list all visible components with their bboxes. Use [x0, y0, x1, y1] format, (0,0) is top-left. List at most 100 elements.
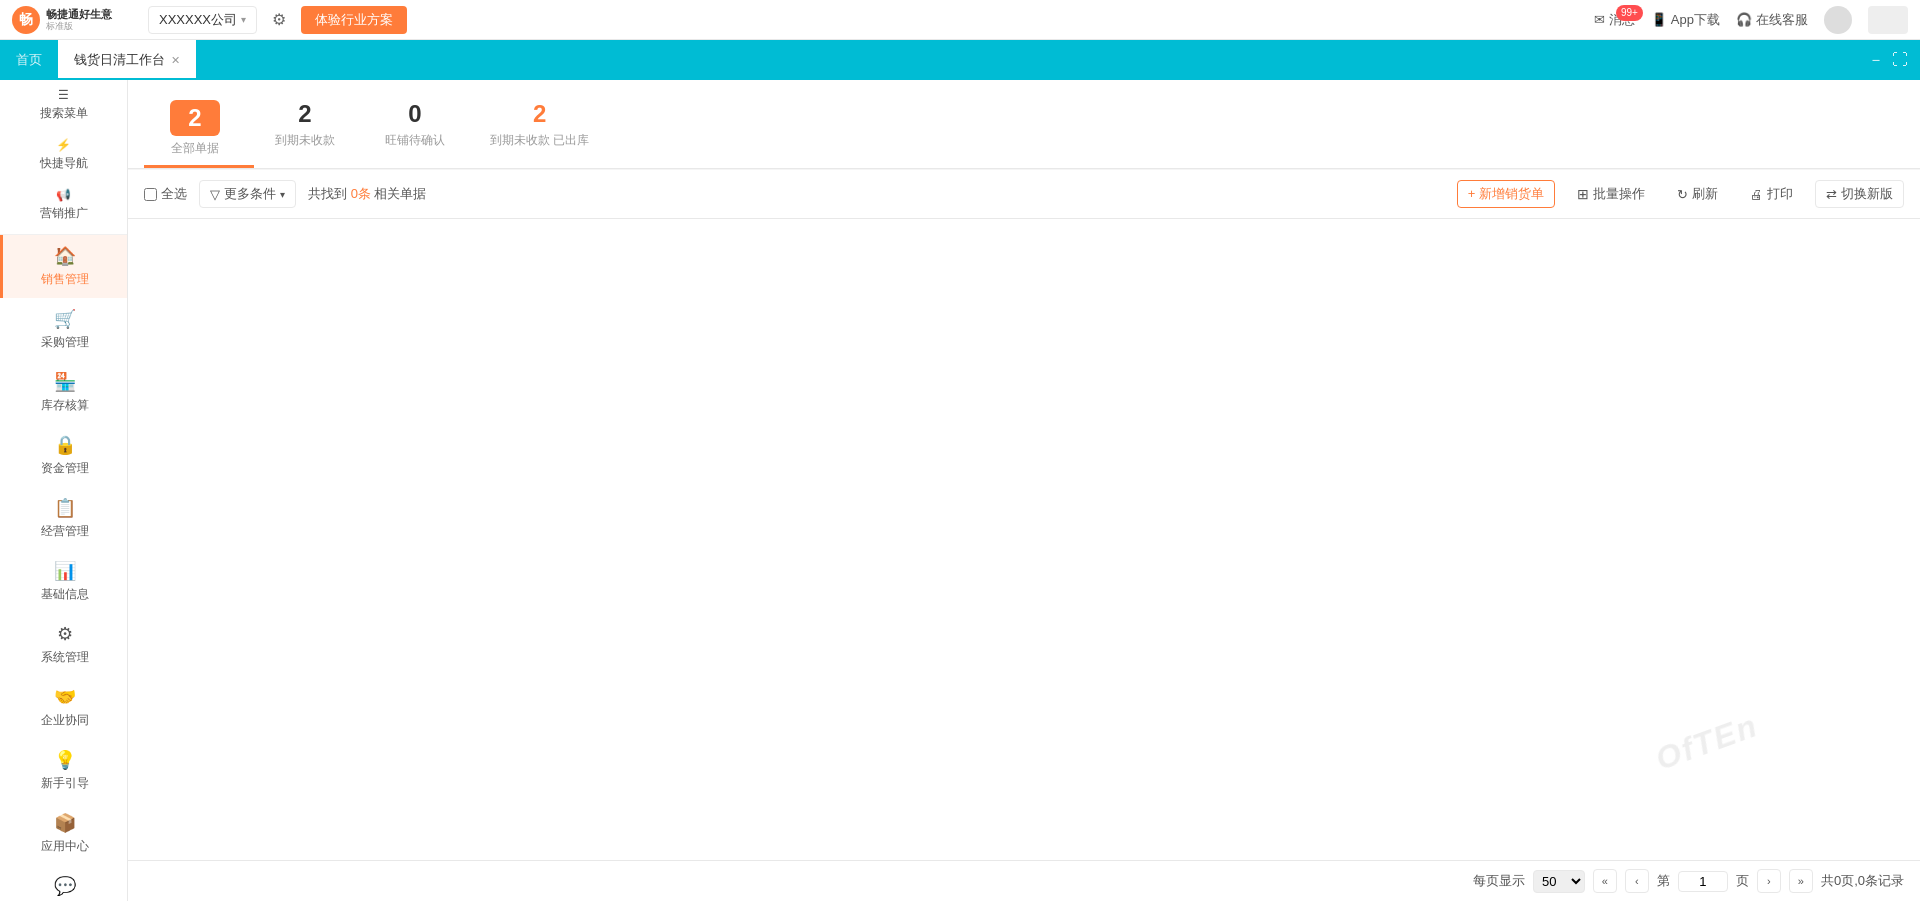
sidebar-top: ☰ 搜索菜单 ⚡ 快捷导航 📢 营销推广 [0, 80, 127, 235]
content-area: 2 全部单据 2 到期未收款 0 旺铺待确认 2 到期未收款 已出库 [128, 80, 1920, 901]
minimize-icon[interactable]: － [1868, 50, 1884, 71]
wechat-icon: 💬 [54, 875, 76, 897]
quick-nav-icon: ⚡ [56, 138, 71, 152]
logo-area: 畅 畅捷通好生意 标准版 [12, 6, 140, 34]
stat-num-overdue: 2 [270, 100, 340, 128]
stat-card-shipped[interactable]: 2 到期未收款 已出库 [474, 92, 613, 168]
stat-card-all[interactable]: 2 全部单据 [144, 92, 254, 168]
logo-text: 畅捷通好生意 标准版 [46, 8, 112, 32]
avatar[interactable] [1824, 6, 1852, 34]
close-tab-icon[interactable]: ✕ [171, 54, 180, 67]
system-icon: ⚙ [57, 623, 73, 645]
sidebar-item-basic-info[interactable]: 📊 基础信息 [0, 550, 127, 613]
sidebar-item-operations[interactable]: 📋 经营管理 [0, 487, 127, 550]
add-sales-button[interactable]: + 新增销货单 [1457, 180, 1555, 208]
batch-icon: ⊞ [1577, 186, 1589, 202]
basic-info-icon: 📊 [54, 560, 76, 582]
logo-main: 畅捷通好生意 [46, 8, 112, 21]
toolbar-right: + 新增销货单 ⊞ 批量操作 ↻ 刷新 🖨 打印 ⇄ 切换新版 [1457, 180, 1904, 208]
collab-icon: 🤝 [54, 686, 76, 708]
logo-sub: 标准版 [46, 21, 112, 32]
toolbar: 全选 ▽ 更多条件 ▾ 共找到 0条 相关单据 + 新增销货单 ⊞ 批量操作 [128, 170, 1920, 219]
pagination: 每页显示 50 100 200 « ‹ 第 页 › » 共0页,0条记录 [128, 860, 1920, 901]
refresh-button[interactable]: ↻ 刷新 [1667, 181, 1728, 207]
found-text: 共找到 0条 相关单据 [308, 185, 426, 203]
filter-button[interactable]: ▽ 更多条件 ▾ [199, 180, 296, 208]
funds-icon: 🔒 [54, 434, 76, 456]
sidebar: ☰ 搜索菜单 ⚡ 快捷导航 📢 营销推广 🏠 销售管理 🛒 采购管理 🏪 库存核… [0, 80, 128, 901]
sidebar-item-sales[interactable]: 🏠 销售管理 [0, 235, 127, 298]
sidebar-item-quick-nav[interactable]: ⚡ 快捷导航 [0, 130, 127, 180]
sidebar-item-wechat[interactable]: 💬 企业微信 [0, 865, 127, 901]
message-icon: ✉ [1594, 12, 1605, 27]
user-name-area[interactable] [1868, 6, 1908, 34]
switch-icon: ⇄ [1826, 187, 1837, 202]
per-page-label: 每页显示 [1473, 872, 1525, 890]
print-icon: 🖨 [1750, 187, 1763, 202]
page-label: 第 [1657, 872, 1670, 890]
marketing-icon: 📢 [56, 188, 71, 202]
stat-label-all: 全部单据 [160, 140, 230, 165]
experience-button[interactable]: 体验行业方案 [301, 6, 407, 34]
chevron-down-icon: ▾ [280, 189, 285, 200]
first-page-button[interactable]: « [1593, 869, 1617, 893]
operations-icon: 📋 [54, 497, 76, 519]
message-badge: 99+ [1616, 5, 1643, 21]
sidebar-item-app-center[interactable]: 📦 应用中心 [0, 802, 127, 865]
sidebar-item-search-menu[interactable]: ☰ 搜索菜单 [0, 80, 127, 130]
logo-icon: 畅 [12, 6, 40, 34]
filter-icon: ▽ [210, 187, 220, 202]
print-button[interactable]: 🖨 打印 [1740, 181, 1803, 207]
toolbar-left: 全选 ▽ 更多条件 ▾ 共找到 0条 相关单据 [144, 180, 1445, 208]
online-service-button[interactable]: 🎧 在线客服 [1736, 11, 1808, 29]
service-icon: 🎧 [1736, 12, 1752, 27]
stat-num-shipped: 2 [490, 100, 589, 128]
sidebar-item-enterprise-collab[interactable]: 🤝 企业协同 [0, 676, 127, 739]
stat-card-wangpu[interactable]: 0 旺铺待确认 [364, 92, 474, 168]
refresh-icon: ↻ [1677, 187, 1688, 202]
app-center-icon: 📦 [54, 812, 76, 834]
app-download-button[interactable]: 📱 App下载 [1651, 11, 1720, 29]
sidebar-item-system[interactable]: ⚙ 系统管理 [0, 613, 127, 676]
next-page-button[interactable]: › [1757, 869, 1781, 893]
main-layout: ☰ 搜索菜单 ⚡ 快捷导航 📢 营销推广 🏠 销售管理 🛒 采购管理 🏪 库存核… [0, 80, 1920, 901]
sidebar-item-inventory[interactable]: 🏪 库存核算 [0, 361, 127, 424]
stats-bar: 2 全部单据 2 到期未收款 0 旺铺待确认 2 到期未收款 已出库 [128, 80, 1920, 169]
sidebar-item-funds[interactable]: 🔒 资金管理 [0, 424, 127, 487]
online-service-label: 在线客服 [1756, 11, 1808, 29]
select-all-checkbox[interactable]: 全选 [144, 185, 187, 203]
sidebar-item-marketing[interactable]: 📢 营销推广 [0, 180, 127, 230]
page-size-select[interactable]: 50 100 200 [1533, 870, 1585, 893]
page-input[interactable] [1678, 871, 1728, 892]
download-icon: 📱 [1651, 12, 1667, 27]
tab-home[interactable]: 首页 [0, 40, 58, 80]
sidebar-item-purchase[interactable]: 🛒 采购管理 [0, 298, 127, 361]
company-name: XXXXXX公司 [159, 11, 237, 29]
company-selector[interactable]: XXXXXX公司 ▾ [148, 6, 257, 34]
chevron-down-icon: ▾ [241, 14, 246, 25]
newbie-icon: 💡 [54, 749, 76, 771]
stat-card-overdue[interactable]: 2 到期未收款 [254, 92, 364, 168]
batch-operation-button[interactable]: ⊞ 批量操作 [1567, 181, 1655, 207]
tab-daily-work[interactable]: 钱货日清工作台 ✕ [58, 40, 196, 80]
sidebar-item-newbie[interactable]: 💡 新手引导 [0, 739, 127, 802]
checkbox-input[interactable] [144, 188, 157, 201]
inventory-icon: 🏪 [54, 371, 76, 393]
prev-page-button[interactable]: ‹ [1625, 869, 1649, 893]
nav-tabs-bar: 首页 钱货日清工作台 ✕ － ⛶ [0, 40, 1920, 80]
switch-version-button[interactable]: ⇄ 切换新版 [1815, 180, 1904, 208]
purchase-icon: 🛒 [54, 308, 76, 330]
top-header: 畅 畅捷通好生意 标准版 XXXXXX公司 ▾ ⚙ 体验行业方案 ✉ 消息 99… [0, 0, 1920, 40]
header-right: ✉ 消息 99+ 📱 App下载 🎧 在线客服 [1594, 6, 1908, 34]
found-count: 0条 [351, 186, 371, 201]
expand-icon[interactable]: ⛶ [1892, 51, 1908, 69]
stats-cards: 2 全部单据 2 到期未收款 0 旺铺待确认 2 到期未收款 已出库 [144, 92, 1904, 168]
last-page-button[interactable]: » [1789, 869, 1813, 893]
message-button[interactable]: ✉ 消息 99+ [1594, 11, 1635, 29]
settings-icon[interactable]: ⚙ [265, 6, 293, 34]
table-area [128, 219, 1920, 860]
stat-num-wangpu: 0 [380, 100, 450, 128]
sales-icon: 🏠 [54, 245, 76, 267]
tab-actions: － ⛶ [1868, 50, 1920, 71]
total-label: 共0页,0条记录 [1821, 872, 1904, 890]
